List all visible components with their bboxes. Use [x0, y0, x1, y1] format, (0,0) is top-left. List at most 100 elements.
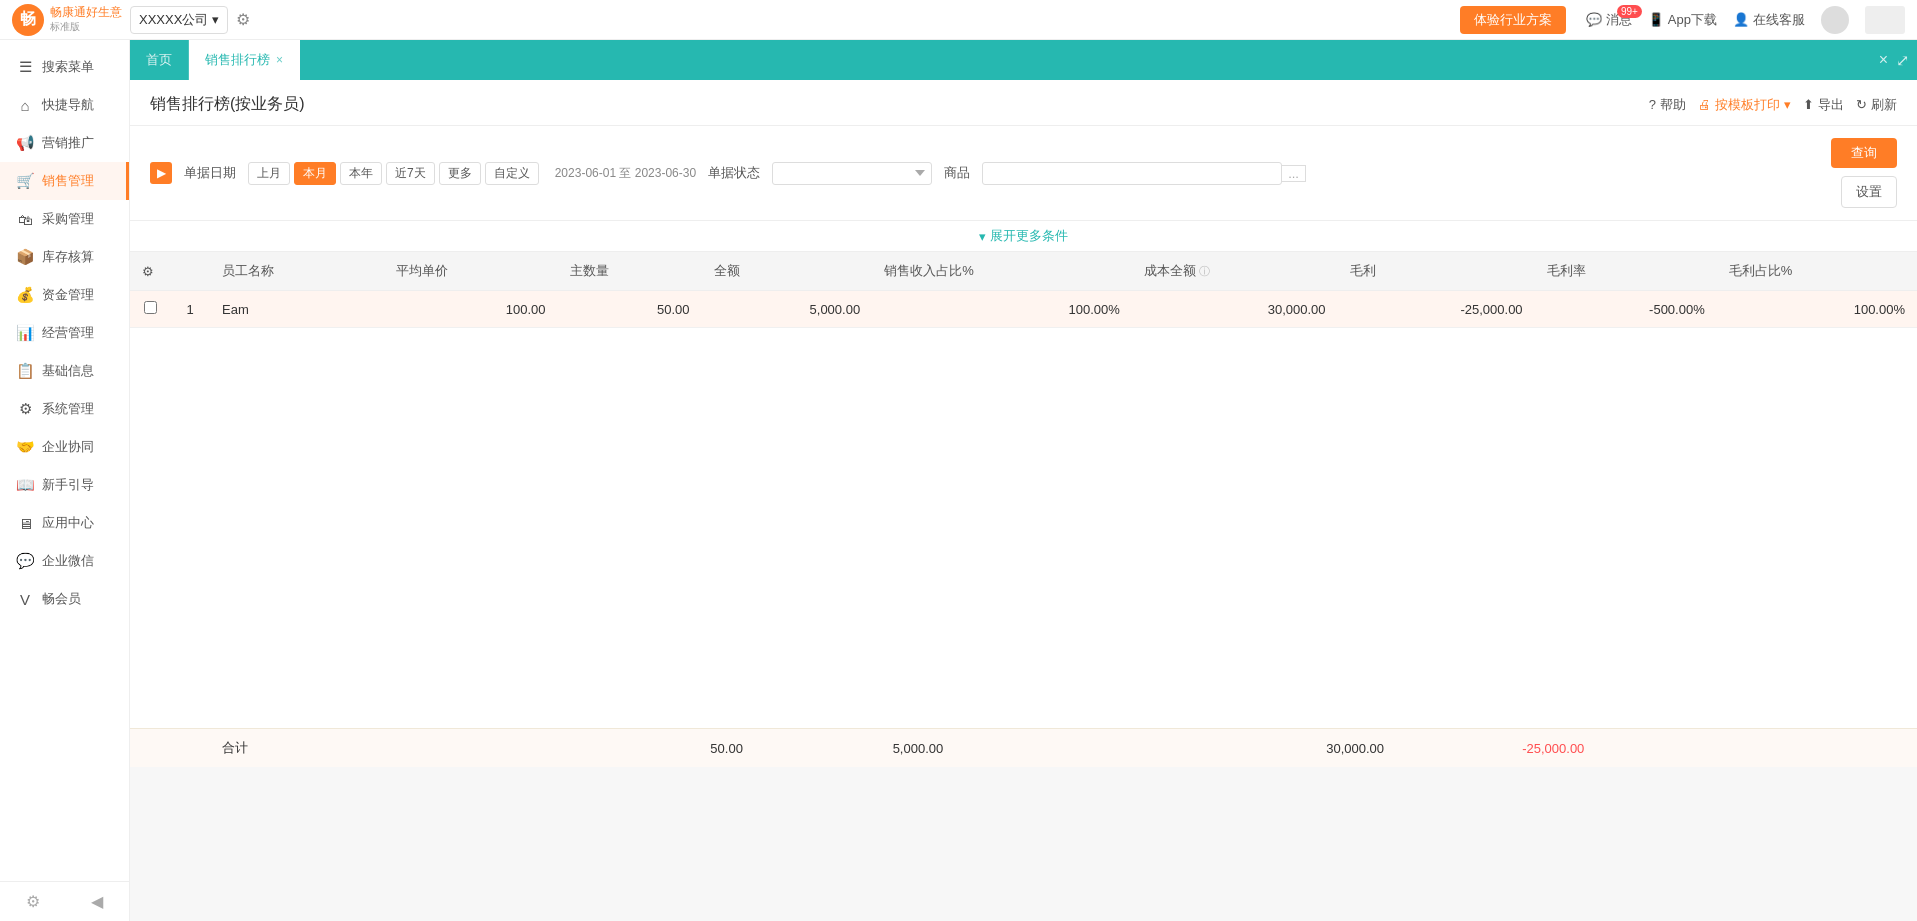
user-name-area[interactable]: [1865, 6, 1905, 34]
expand-more-btn[interactable]: ▾ 展开更多条件: [979, 227, 1068, 245]
th-avg-price: 平均单价: [384, 252, 558, 291]
sidebar-item-0[interactable]: ☰搜索菜单: [0, 48, 129, 86]
th-cost: 成本全额ⓘ: [1132, 252, 1338, 291]
topbar-right: 💬 消息 99+ 📱 App下载 👤 在线客服: [1586, 6, 1905, 34]
sidebar-label-1: 快捷导航: [42, 96, 94, 114]
goods-filter-label: 商品: [944, 164, 970, 182]
trial-button[interactable]: 体验行业方案: [1460, 6, 1566, 34]
logo-sub: 标准版: [50, 20, 122, 34]
footer-label: 合计: [222, 739, 422, 757]
refresh-button[interactable]: ↻ 刷新: [1856, 96, 1897, 114]
date-prev-month-btn[interactable]: 上月: [248, 162, 290, 185]
filter-collapse-btn[interactable]: ▶: [150, 162, 172, 184]
export-label: 导出: [1818, 96, 1844, 114]
date-cur-month-btn[interactable]: 本月: [294, 162, 336, 185]
app-download-label: App下载: [1668, 11, 1717, 29]
th-rank: [170, 252, 210, 291]
content-area: 首页 销售排行榜 × × ⤢ 销售排行榜(按业务员): [130, 40, 1917, 921]
goods-filter-input[interactable]: [982, 162, 1282, 185]
sidebar-item-11[interactable]: 📖新手引导: [0, 466, 129, 504]
th-settings[interactable]: ⚙: [130, 252, 170, 291]
user-avatar[interactable]: [1821, 6, 1849, 34]
tab-right-actions: × ⤢: [1879, 40, 1917, 80]
footer-amount: 5,000.00: [743, 739, 943, 757]
table-settings-icon[interactable]: ⚙: [142, 264, 154, 279]
sidebar-icon-5: 📦: [16, 248, 34, 266]
company-selector[interactable]: XXXXX公司 ▾: [130, 6, 228, 34]
th-gross-pct: 毛利占比%: [1717, 252, 1917, 291]
table-empty-space: [130, 328, 1917, 728]
sidebar-icon-7: 📊: [16, 324, 34, 342]
sidebar-item-14[interactable]: V畅会员: [0, 580, 129, 618]
sidebar-icon-9: ⚙: [16, 400, 34, 418]
app-logo: 畅 畅康通好生意 标准版: [12, 4, 122, 36]
sidebar-icon-14: V: [16, 590, 34, 608]
tab-sales-ranking[interactable]: 销售排行榜 ×: [189, 40, 300, 80]
th-gross-rate: 毛利率: [1535, 252, 1717, 291]
footer-sales-pct: [943, 739, 1183, 757]
th-sales-pct: 销售收入占比%: [872, 252, 1132, 291]
sidebar-settings-icon[interactable]: ⚙: [26, 892, 40, 911]
page-title: 销售排行榜(按业务员): [150, 94, 305, 115]
sidebar-item-13[interactable]: 💬企业微信: [0, 542, 129, 580]
message-icon-item[interactable]: 💬 消息 99+: [1586, 11, 1632, 29]
goods-filter-more[interactable]: ...: [1282, 165, 1306, 182]
sidebar-label-6: 资金管理: [42, 286, 94, 304]
refresh-label: 刷新: [1871, 96, 1897, 114]
row-checkbox-0[interactable]: [144, 301, 157, 314]
cell-checkbox-0[interactable]: [130, 291, 170, 328]
sidebar-item-6[interactable]: 💰 资金管理: [0, 276, 129, 314]
sidebar-menu: ☰搜索菜单⌂快捷导航📢营销推广🛒销售管理🛍采购管理 📦 库存核算 💰 资金管理 📊 经营管理…: [0, 40, 129, 626]
cost-info-icon[interactable]: ⓘ: [1199, 265, 1210, 277]
data-table: ⚙ 员工名称 平均单价 主数量 全额 销售收入占比% 成本全额ⓘ: [130, 252, 1917, 328]
sidebar-item-1[interactable]: ⌂快捷导航: [0, 86, 129, 124]
tab-home[interactable]: 首页: [130, 40, 189, 80]
app-download-item[interactable]: 📱 App下载: [1648, 11, 1717, 29]
sidebar-collapse-icon[interactable]: ◀: [91, 892, 103, 911]
sidebar-item-8[interactable]: 📋基础信息: [0, 352, 129, 390]
print-button[interactable]: 🖨 按模板打印 ▾: [1698, 96, 1791, 114]
tab-sales-ranking-label: 销售排行榜: [205, 51, 270, 69]
sidebar-item-10[interactable]: 🤝企业协同: [0, 428, 129, 466]
cell-gross-profit-0: -25,000.00: [1338, 291, 1535, 328]
print-icon: 🖨: [1698, 97, 1711, 112]
sidebar-item-2[interactable]: 📢营销推广: [0, 124, 129, 162]
table-header-row: ⚙ 员工名称 平均单价 主数量 全额 销售收入占比% 成本全额ⓘ: [130, 252, 1917, 291]
sidebar-item-3[interactable]: 🛒销售管理: [0, 162, 129, 200]
print-chevron-icon: ▾: [1784, 97, 1791, 112]
tab-close-icon[interactable]: ×: [276, 53, 283, 67]
sidebar-item-4[interactable]: 🛍采购管理: [0, 200, 129, 238]
service-icon: 👤: [1733, 12, 1749, 27]
cell-sales-pct-0: 100.00%: [872, 291, 1132, 328]
export-button[interactable]: ⬆ 导出: [1803, 96, 1844, 114]
online-service-item[interactable]: 👤 在线客服: [1733, 11, 1805, 29]
footer-table: 合计 50.00 5,000.00 30,000.00 -25,000.00: [142, 739, 1905, 757]
tab-minimize-icon[interactable]: ×: [1879, 51, 1888, 69]
footer-gross-rate: [1584, 739, 1744, 757]
sidebar-label-5: 库存核算: [42, 248, 94, 266]
table-header: ⚙ 员工名称 平均单价 主数量 全额 销售收入占比% 成本全额ⓘ: [130, 252, 1917, 291]
sidebar-item-9[interactable]: ⚙系统管理: [0, 390, 129, 428]
expand-more-row: ▾ 展开更多条件: [130, 221, 1917, 252]
date-custom-btn[interactable]: 自定义: [485, 162, 539, 185]
message-icon: 💬: [1586, 12, 1602, 27]
tab-maximize-icon[interactable]: ⤢: [1896, 51, 1909, 70]
settings-button[interactable]: 设置: [1841, 176, 1897, 208]
sidebar-item-7[interactable]: 📊 经营管理: [0, 314, 129, 352]
logo-icon: 畅: [12, 4, 44, 36]
status-filter-label: 单据状态: [708, 164, 760, 182]
query-button[interactable]: 查询: [1831, 138, 1897, 168]
date-7days-btn[interactable]: 近7天: [386, 162, 435, 185]
status-filter-select[interactable]: [772, 162, 932, 185]
sidebar-label-7: 经营管理: [42, 324, 94, 342]
sidebar-item-5[interactable]: 📦 库存核算: [0, 238, 129, 276]
date-more-btn[interactable]: 更多: [439, 162, 481, 185]
date-year-btn[interactable]: 本年: [340, 162, 382, 185]
help-icon: ?: [1649, 97, 1656, 112]
topbar-settings-icon[interactable]: ⚙: [236, 10, 250, 29]
sidebar-item-12[interactable]: 🖥应用中心: [0, 504, 129, 542]
sidebar-icon-6: 💰: [16, 286, 34, 304]
sidebar-icon-4: 🛍: [16, 210, 34, 228]
help-button[interactable]: ? 帮助: [1649, 96, 1686, 114]
cell-employee-0: Eam: [210, 291, 384, 328]
